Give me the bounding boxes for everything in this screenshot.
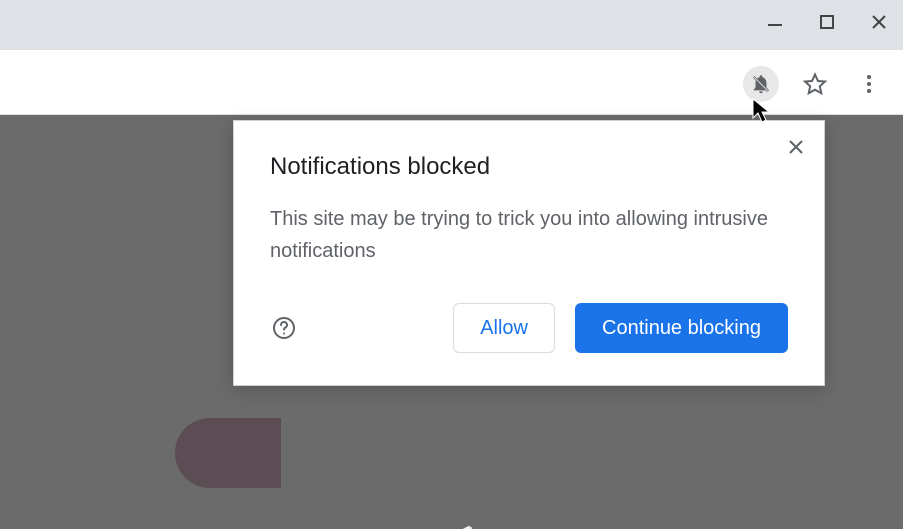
help-icon[interactable] [270,314,298,342]
popup-close-button[interactable] [782,133,810,161]
bookmark-star-icon[interactable] [797,66,833,102]
site-element [175,418,281,488]
toolbar [0,50,903,115]
browser-menu-icon[interactable] [851,66,887,102]
notifications-blocked-icon[interactable] [743,66,779,102]
popup-actions: Allow Continue blocking [270,303,788,353]
tab-strip [0,0,903,50]
close-window-button[interactable] [867,10,891,34]
maximize-button[interactable] [815,10,839,34]
annotation-arrow-icon [420,515,500,529]
continue-blocking-button[interactable]: Continue blocking [575,303,788,353]
popup-description: This site may be trying to trick you int… [270,203,770,267]
notifications-blocked-popup: Notifications blocked This site may be t… [233,120,825,386]
popup-title: Notifications blocked [270,153,788,181]
minimize-button[interactable] [763,10,787,34]
window-controls [763,10,891,34]
allow-button[interactable]: Allow [453,303,555,353]
